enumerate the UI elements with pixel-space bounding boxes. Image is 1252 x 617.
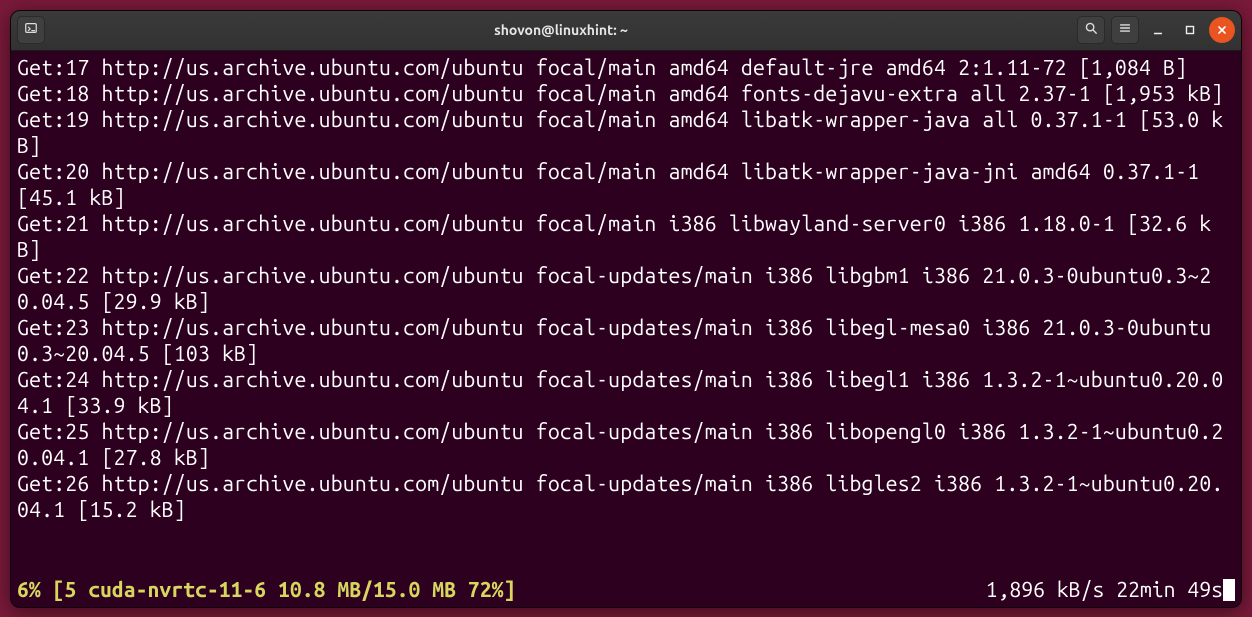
titlebar: shovon@linuxhint: ~ bbox=[11, 11, 1241, 51]
new-tab-button[interactable] bbox=[17, 16, 45, 44]
terminal-output[interactable]: Get:17 http://us.archive.ubuntu.com/ubun… bbox=[11, 51, 1241, 577]
apt-speed-eta: 1,896 kB/s 22min 49s bbox=[986, 577, 1223, 603]
terminal-window: shovon@linuxhint: ~ bbox=[10, 10, 1242, 608]
apt-progress-line: 6% [5 cuda-nvrtc-11-6 10.8 MB/15.0 MB 72… bbox=[11, 577, 1241, 607]
terminal-tab-icon bbox=[24, 21, 38, 39]
maximize-button[interactable] bbox=[1177, 17, 1203, 43]
terminal-cursor bbox=[1223, 579, 1235, 601]
search-button[interactable] bbox=[1077, 16, 1105, 44]
hamburger-icon bbox=[1118, 21, 1132, 39]
apt-progress-left: 6% [5 cuda-nvrtc-11-6 10.8 MB/15.0 MB 72… bbox=[17, 577, 515, 603]
menu-button[interactable] bbox=[1111, 16, 1139, 44]
minimize-button[interactable] bbox=[1145, 17, 1171, 43]
window-title: shovon@linuxhint: ~ bbox=[45, 22, 1077, 38]
apt-progress-right: 1,896 kB/s 22min 49s bbox=[986, 577, 1235, 603]
close-button[interactable] bbox=[1209, 17, 1235, 43]
close-icon bbox=[1217, 21, 1227, 39]
minimize-icon bbox=[1153, 21, 1163, 39]
search-icon bbox=[1084, 21, 1098, 39]
maximize-icon bbox=[1185, 21, 1195, 39]
